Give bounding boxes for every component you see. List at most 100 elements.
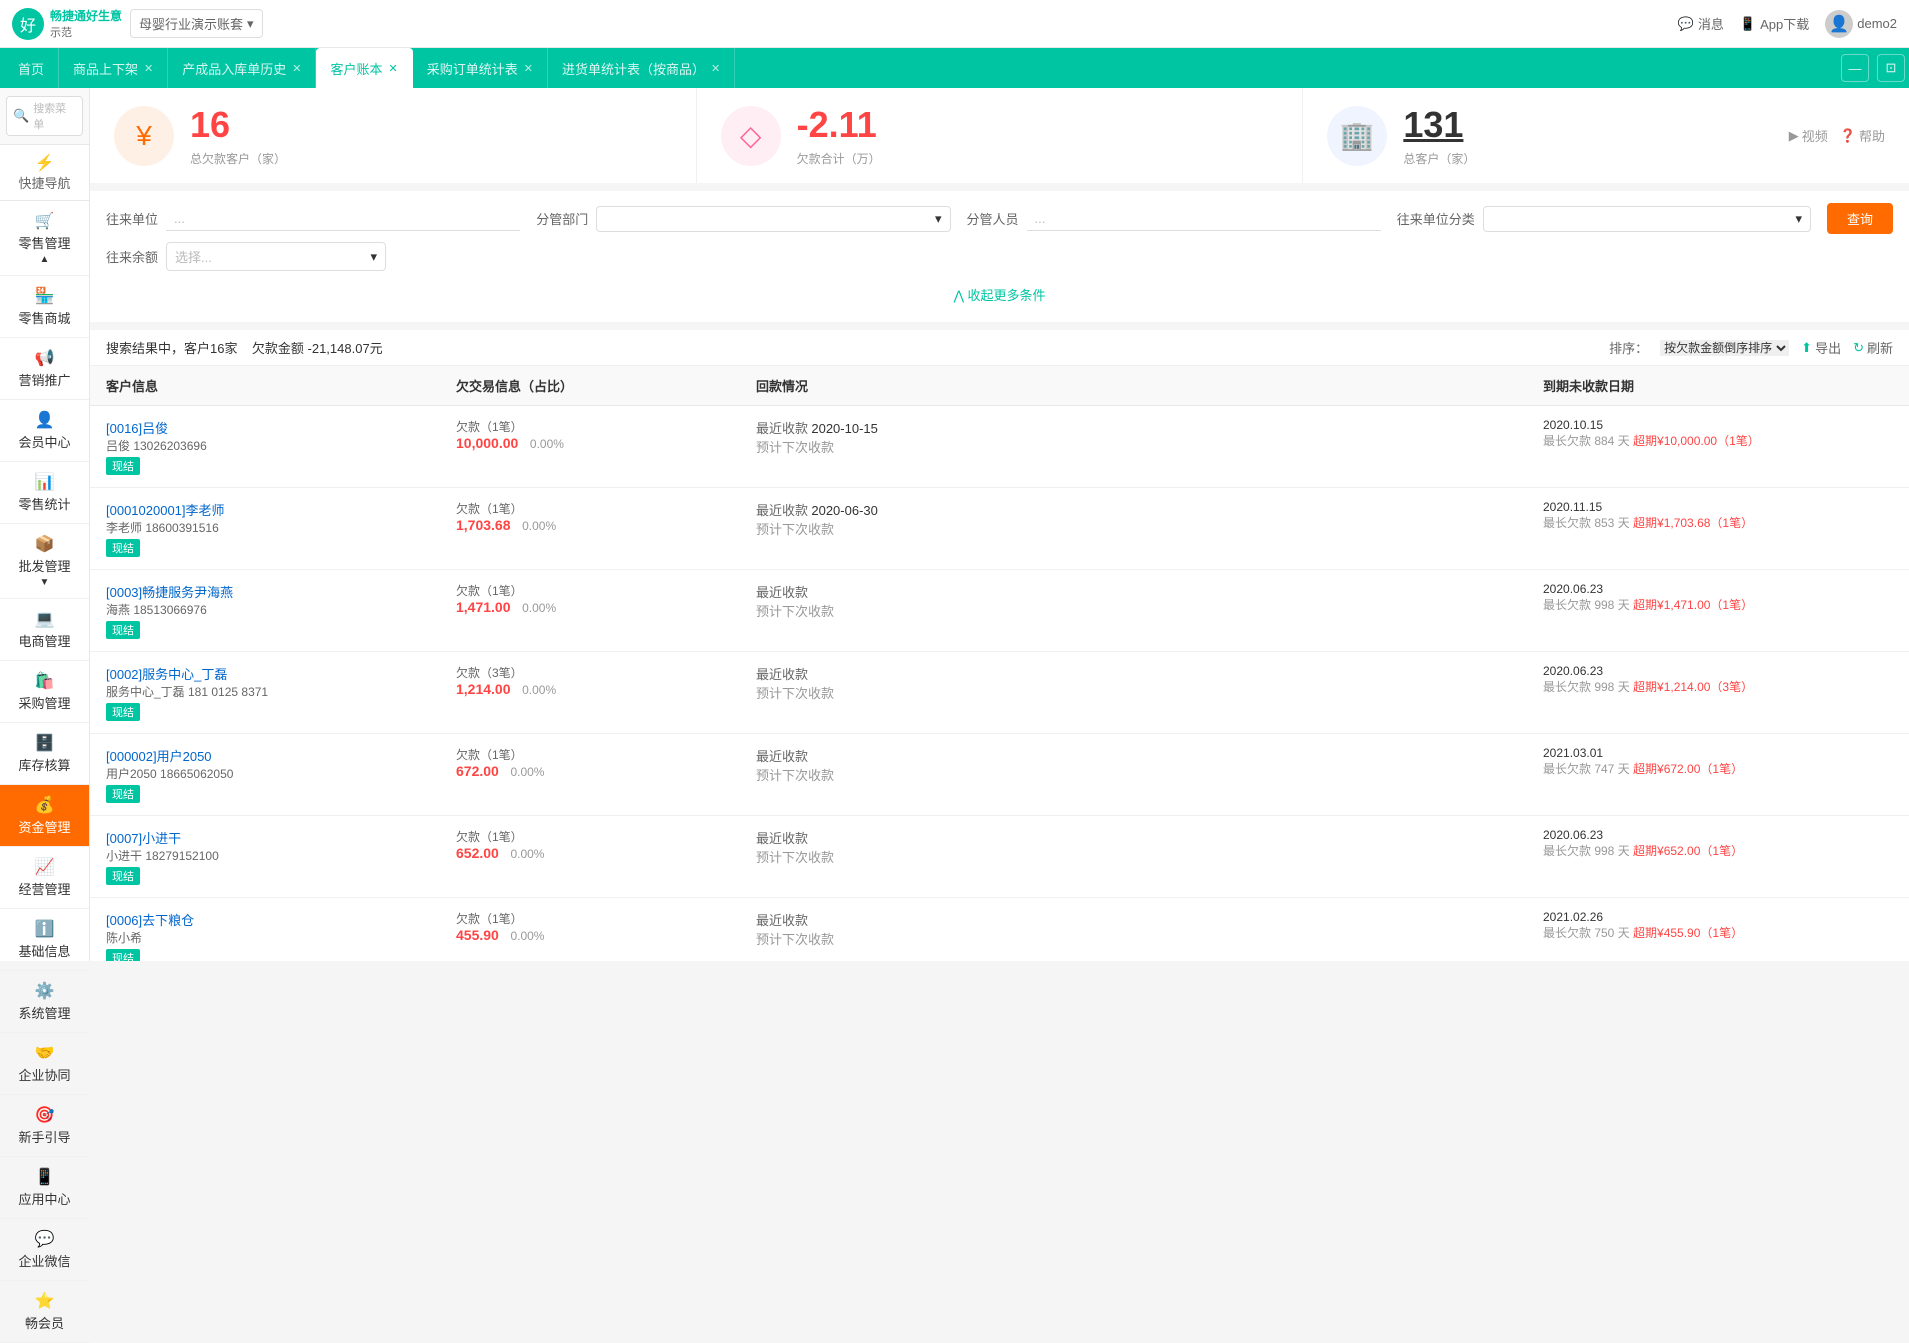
customer-name[interactable]: [0007]小进干 [106,828,456,847]
overdue-amount[interactable]: 超期¥672.00（1笔） [1633,762,1743,776]
marketing-icon: 📢 [35,348,55,368]
customer-name[interactable]: [0001020001]李老师 [106,500,456,519]
stat-help-area: ▶ 视频 ❓ 帮助 [1789,126,1885,145]
customer-phone: 服务中心_丁磊 181 0125 8371 [106,683,456,700]
sidebar-item-quick-nav[interactable]: ⚡ 快捷导航 [0,145,89,201]
company-name: 母婴行业演示账套 [139,14,243,33]
company-select[interactable]: 母婴行业演示账套 ▾ [130,9,263,38]
close-icon[interactable]: ✕ [711,62,720,75]
tab-product-list[interactable]: 商品上下架 ✕ [59,48,168,88]
from-unit-input[interactable]: ... [166,207,520,231]
person-label: 分管人员 [967,209,1019,228]
sidebar-item-retail-stats[interactable]: 📊 零售统计 [0,462,89,524]
debt-amount[interactable]: 1,703.68 [456,517,511,533]
due-cell: 2021.03.01 最长欠款 747 天 超期¥672.00（1笔） [1543,746,1893,777]
person-input[interactable]: ... [1027,207,1381,231]
close-icon[interactable]: ✕ [389,62,398,75]
ecommerce-icon: 💻 [35,609,55,629]
sidebar-item-vip[interactable]: ⭐ 畅会员 [0,1281,89,1343]
app-download-btn[interactable]: 📱 App下载 [1740,14,1809,33]
total-customers-icon: 🏢 [1327,106,1387,166]
tab-purchase-stats[interactable]: 进货单统计表（按商品） ✕ [548,48,735,88]
sidebar-item-operation[interactable]: 📈 经营管理 [0,847,89,909]
debt-amount[interactable]: 1,214.00 [456,681,511,697]
next-collection: 预计下次收款 [756,847,1543,866]
message-btn[interactable]: 💬 消息 [1678,14,1724,33]
close-icon[interactable]: ✕ [144,62,153,75]
sidebar-item-retail-manage[interactable]: 🛒 零售管理 ▲ [0,201,89,276]
stat-text-amount: -2.11 欠款合计（万） [797,104,881,167]
customer-name[interactable]: [0003]畅捷服务尹海燕 [106,582,456,601]
sidebar-item-member[interactable]: 👤 会员中心 [0,400,89,462]
search-button[interactable]: 查询 [1827,203,1893,234]
sort-select[interactable]: 按欠款金额倒序排序 [1660,340,1789,356]
video-help-btn[interactable]: ▶ 视频 [1789,126,1828,145]
sidebar-item-wholesale[interactable]: 📦 批发管理 ▼ [0,524,89,599]
overdue-days: 最长欠款 750 天 [1543,926,1633,940]
collection-cell: 最近收款 预计下次收款 [756,582,1543,620]
collection-info: 最近收款 [756,582,1543,601]
purchase-label: 采购管理 [18,693,70,712]
due-date: 2021.03.01 [1543,746,1893,760]
refresh-btn[interactable]: ↻ 刷新 [1853,338,1893,357]
window-minimize-btn[interactable]: — [1841,54,1869,82]
dept-select[interactable]: ▾ [596,206,950,232]
sidebar-item-enterprise[interactable]: 🤝 企业协同 [0,1033,89,1095]
export-icon: ⬆ [1801,340,1812,356]
debt-amount[interactable]: 672.00 [456,763,499,779]
sidebar-item-ecommerce[interactable]: 💻 电商管理 [0,599,89,661]
overdue-info: 最长欠款 884 天 超期¥10,000.00（1笔） [1543,432,1893,449]
customer-name[interactable]: [0002]服务中心_丁磊 [106,664,456,683]
overdue-amount[interactable]: 超期¥652.00（1笔） [1633,844,1743,858]
tab-purchase-order[interactable]: 采购订单统计表 ✕ [413,48,548,88]
overdue-amount[interactable]: 超期¥1,214.00（3笔） [1633,680,1753,694]
overdue-amount[interactable]: 超期¥1,471.00（1笔） [1633,598,1753,612]
debt-amount[interactable]: 652.00 [456,845,499,861]
tab-customer-account[interactable]: 客户账本 ✕ [316,48,412,88]
debt-amount[interactable]: 455.90 [456,927,499,943]
system-label: 系统管理 [18,1003,70,1022]
balance-select[interactable]: 选择... ▾ [166,242,386,271]
sidebar-item-finance[interactable]: 💰 资金管理 [0,785,89,847]
owed-amount-value: -2.11 [797,104,881,146]
sidebar-item-inventory[interactable]: 🗄️ 库存核算 [0,723,89,785]
sidebar-item-system[interactable]: ⚙️ 系统管理 [0,971,89,1033]
overdue-amount[interactable]: 超期¥10,000.00（1笔） [1633,434,1760,448]
next-collection: 预计下次收款 [756,437,1543,456]
customer-cell: [000002]用户2050 用户2050 18665062050 现结 [106,746,456,803]
debt-amount[interactable]: 1,471.00 [456,599,511,615]
unit-class-select[interactable]: ▾ [1483,206,1811,232]
balance-placeholder: 选择... [175,247,212,266]
collection-cell: 最近收款 预计下次收款 [756,746,1543,784]
sidebar-search-field[interactable]: 🔍 搜索菜单 [6,96,83,136]
debt-amount[interactable]: 10,000.00 [456,435,518,451]
customer-name[interactable]: [000002]用户2050 [106,746,456,765]
inventory-icon: 🗄️ [35,733,55,753]
tab-home[interactable]: 首页 [4,48,59,88]
sidebar-item-app[interactable]: 📱 应用中心 [0,1157,89,1219]
user-menu[interactable]: 👤 demo2 [1825,10,1897,38]
export-btn[interactable]: ⬆ 导出 [1801,338,1841,357]
close-icon[interactable]: ✕ [292,62,301,75]
sidebar-item-wechat[interactable]: 💬 企业微信 [0,1219,89,1281]
customer-name[interactable]: [0006]去下粮仓 [106,910,456,929]
sidebar-item-purchase[interactable]: 🛍️ 采购管理 [0,661,89,723]
sidebar-item-retail-mall[interactable]: 🏪 零售商城 [0,276,89,338]
sidebar-item-marketing[interactable]: 📢 营销推广 [0,338,89,400]
next-collection: 预计下次收款 [756,601,1543,620]
logo-area: 好 畅捷通好生意 示范 [12,7,122,40]
customer-name[interactable]: [0016]吕俊 [106,418,456,437]
debt-percent: 0.00% [510,847,544,861]
help-btn[interactable]: ❓ 帮助 [1840,126,1885,145]
sidebar-item-guide[interactable]: 🎯 新手引导 [0,1095,89,1157]
stat-card-owed-amount: ◇ -2.11 欠款合计（万） [697,88,1304,183]
close-icon[interactable]: ✕ [524,62,533,75]
collapse-btn[interactable]: ⋀ 收起更多条件 [106,279,1893,310]
filter-from-unit: 往来单位 ... [106,207,520,231]
window-maximize-btn[interactable]: ⊡ [1877,54,1905,82]
table-row: [0016]吕俊 吕俊 13026203696 现结 欠款（1笔） 10,000… [90,406,1909,488]
overdue-amount[interactable]: 超期¥1,703.68（1笔） [1633,516,1753,530]
overdue-amount[interactable]: 超期¥455.90（1笔） [1633,926,1743,940]
sidebar-item-basic-info[interactable]: ℹ️ 基础信息 [0,909,89,971]
tab-warehouse[interactable]: 产成品入库单历史 ✕ [168,48,316,88]
